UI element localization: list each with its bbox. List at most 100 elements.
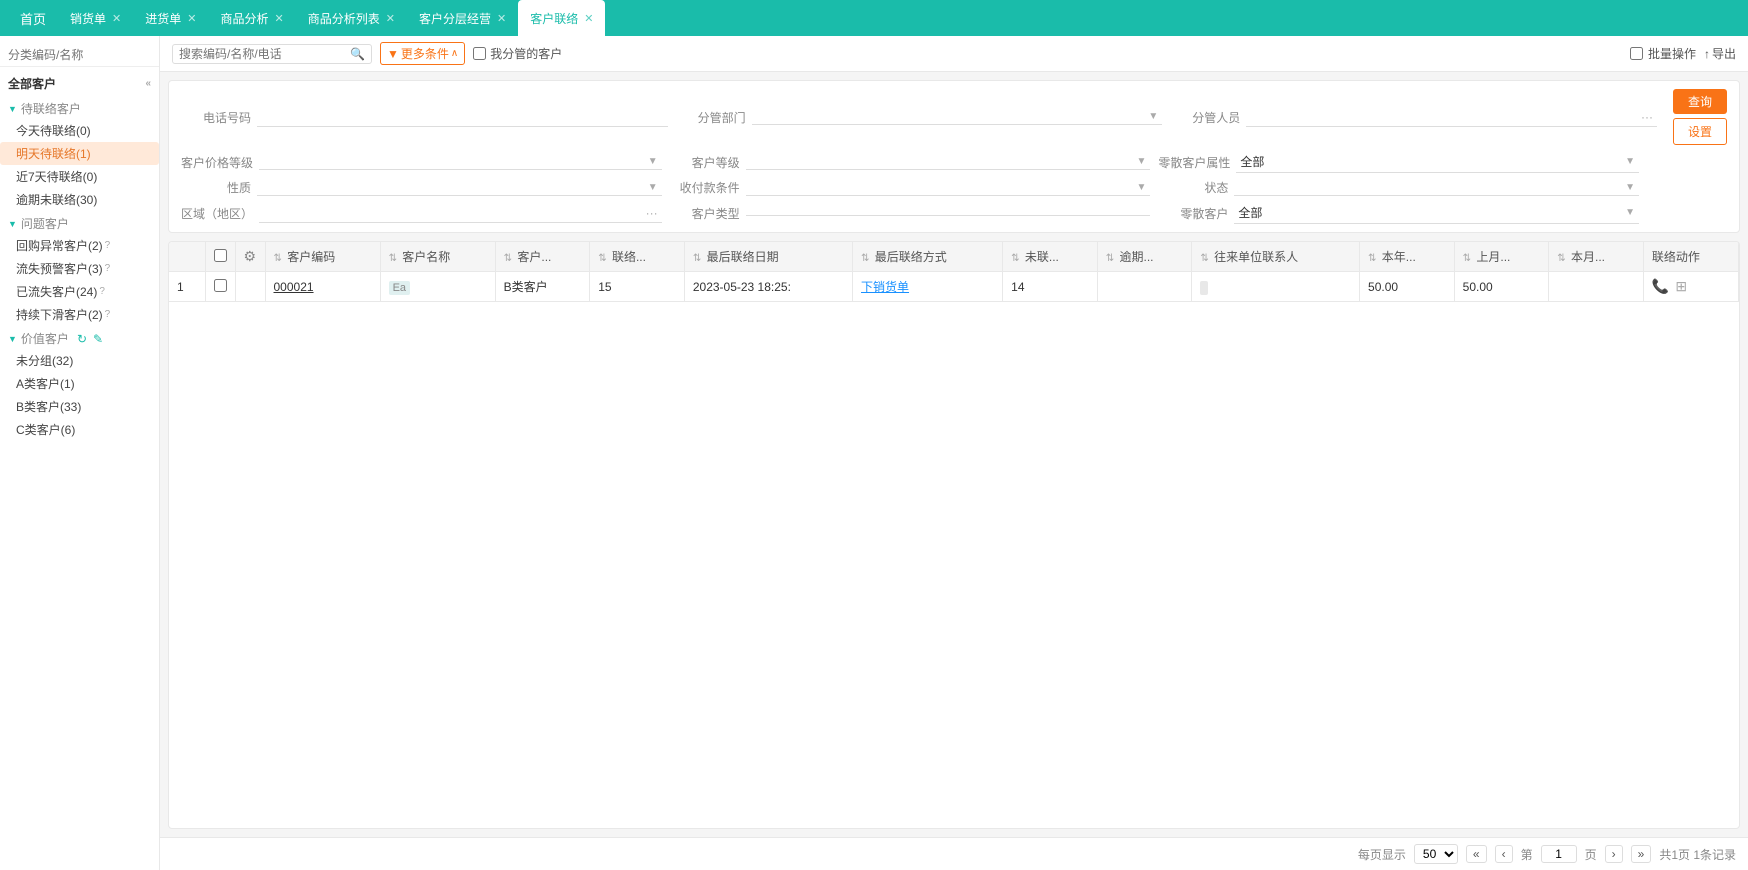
customer-value-select[interactable]: ▼ — [259, 154, 662, 170]
export-btn[interactable]: ↑ 导出 — [1704, 45, 1736, 62]
chevron-down-icon: ▼ — [1625, 182, 1635, 193]
page-number-input[interactable] — [1541, 845, 1577, 863]
data-table-area: ⚙ ⇅ 客户编码 ⇅ 客户名称 ⇅ 客户... — [168, 241, 1740, 829]
customer-type-select[interactable] — [746, 211, 1151, 216]
sidebar-item-class-c[interactable]: C类客户(6) — [0, 418, 159, 441]
nature-label: 性质 — [181, 179, 251, 196]
retail-attr-select[interactable]: 全部 ▼ — [1236, 151, 1639, 173]
refresh-icon[interactable]: ↻ — [77, 332, 87, 346]
next-page-btn[interactable]: › — [1605, 845, 1623, 863]
first-page-btn[interactable]: « — [1466, 845, 1487, 863]
sidebar-all-customers[interactable]: 全部客户 « — [0, 71, 159, 96]
phone-action-icon[interactable]: 📞 — [1652, 278, 1669, 295]
query-button[interactable]: 查询 — [1673, 89, 1727, 114]
customer-table: ⚙ ⇅ 客户编码 ⇅ 客户名称 ⇅ 客户... — [169, 242, 1739, 302]
sidebar-item-ungrouped[interactable]: 未分组(32) — [0, 349, 159, 372]
manager-select[interactable]: ··· — [1246, 108, 1657, 127]
filter-customer-type: 客户类型 — [670, 205, 1151, 222]
nav-home[interactable]: 首页 — [8, 0, 58, 36]
total-records-label: 共1页 1条记录 — [1659, 846, 1736, 863]
cell-code[interactable]: 000021 — [265, 272, 380, 302]
content-area: 🔍 ▼ 更多条件 ∧ 我分管的客户 批量操作 ↑ 导出 — [160, 36, 1748, 870]
status-label: 状态 — [1158, 179, 1228, 196]
close-icon[interactable]: ✕ — [584, 12, 593, 25]
filter-manager: 分管人员 ··· — [1170, 108, 1657, 127]
main-search-icon[interactable]: 🔍 — [350, 47, 365, 61]
sort-icon: ⇅ — [1011, 253, 1019, 264]
contact-method-link[interactable]: 下销货单 — [861, 280, 909, 294]
close-icon[interactable]: ✕ — [112, 12, 121, 25]
region-select[interactable]: ··· — [259, 204, 662, 223]
triangle-icon: ▼ — [8, 219, 17, 229]
dept-label: 分管部门 — [676, 109, 746, 126]
last-page-btn[interactable]: » — [1631, 845, 1652, 863]
column-settings-icon[interactable]: ⚙ — [244, 248, 257, 264]
sidebar-item-declining[interactable]: 持续下滑客户(2) ? — [0, 303, 159, 326]
filter-region: 区域（地区） ··· — [181, 204, 662, 223]
cell-uncontacted: 14 — [1003, 272, 1098, 302]
retail-customer-label: 零散客户 — [1158, 205, 1228, 222]
edit-icon[interactable]: ✎ — [93, 332, 103, 346]
my-customers-checkbox[interactable]: 我分管的客户 — [473, 45, 562, 62]
th-this-month: ⇅ 本月... — [1549, 242, 1644, 272]
phone-input[interactable] — [257, 108, 668, 127]
payment-select[interactable]: ▼ — [746, 180, 1151, 196]
grid-action-icon[interactable]: ⊞ — [1675, 278, 1687, 295]
sidebar-item-today-contact[interactable]: 今天待联络(0) — [0, 119, 159, 142]
nature-select[interactable]: ▼ — [257, 180, 662, 196]
sidebar-item-churn-warning[interactable]: 流失预警客户(3) ? — [0, 257, 159, 280]
retail-customer-select[interactable]: 全部 ▼ — [1234, 202, 1639, 224]
batch-op-check[interactable] — [1630, 47, 1643, 60]
row-checkbox[interactable] — [214, 279, 227, 292]
status-select[interactable]: ▼ — [1234, 180, 1639, 196]
batch-operation-btn[interactable]: 批量操作 — [1630, 45, 1696, 62]
filter-retail-attr: 零散客户属性 全部 ▼ — [1158, 151, 1639, 173]
select-all-checkbox[interactable] — [214, 249, 227, 262]
sidebar-search-area: 🔍 — [0, 44, 159, 67]
nav-customer-stratification[interactable]: 客户分层经营 ✕ — [407, 0, 518, 36]
sidebar-item-repurchase-anomaly[interactable]: 回购异常客户(2) ? — [0, 234, 159, 257]
dots-icon: ··· — [646, 206, 658, 220]
sidebar-item-class-b[interactable]: B类客户(33) — [0, 395, 159, 418]
cell-gear — [235, 272, 265, 302]
nav-purchase-order[interactable]: 进货单 ✕ — [133, 0, 208, 36]
pagination-bar: 每页显示 50 « ‹ 第 页 › » 共1页 1条记录 — [160, 837, 1748, 870]
cell-last-contact-date: 2023-05-23 18:25: — [684, 272, 852, 302]
nav-sales-order[interactable]: 销货单 ✕ — [58, 0, 133, 36]
th-uncontacted: ⇅ 未联... — [1003, 242, 1098, 272]
my-customers-check[interactable] — [473, 47, 486, 60]
sidebar-search-input[interactable] — [8, 48, 160, 62]
more-conditions-btn[interactable]: ▼ 更多条件 ∧ — [380, 42, 465, 65]
prev-page-btn[interactable]: ‹ — [1495, 845, 1513, 863]
retail-attr-label: 零散客户属性 — [1158, 154, 1230, 171]
per-page-label: 每页显示 — [1358, 846, 1406, 863]
sidebar-item-churned[interactable]: 已流失客户(24) ? — [0, 280, 159, 303]
sidebar-item-class-a[interactable]: A类客户(1) — [0, 372, 159, 395]
per-page-select[interactable]: 50 — [1414, 844, 1458, 864]
close-icon[interactable]: ✕ — [497, 12, 506, 25]
manager-label: 分管人员 — [1170, 109, 1240, 126]
filter-row-3: 性质 ▼ 收付款条件 ▼ 状态 — [181, 179, 1727, 196]
setting-button[interactable]: 设置 — [1673, 118, 1727, 145]
cell-name: Ea — [380, 272, 495, 302]
sidebar-item-7day-contact[interactable]: 近7天待联络(0) — [0, 165, 159, 188]
close-icon[interactable]: ✕ — [187, 12, 196, 25]
th-index — [169, 242, 205, 272]
table-header-row: ⚙ ⇅ 客户编码 ⇅ 客户名称 ⇅ 客户... — [169, 242, 1739, 272]
customer-level-select[interactable]: ▼ — [746, 154, 1151, 170]
nav-customer-contact[interactable]: 客户联络 ✕ — [518, 0, 605, 36]
sidebar-item-overdue-contact[interactable]: 逾期未联络(30) — [0, 188, 159, 211]
close-icon[interactable]: ✕ — [386, 12, 395, 25]
toolbar: 🔍 ▼ 更多条件 ∧ 我分管的客户 批量操作 ↑ 导出 — [160, 36, 1748, 72]
dept-select[interactable]: ▼ — [752, 109, 1163, 125]
nav-product-analysis-list[interactable]: 商品分析列表 ✕ — [296, 0, 407, 36]
chevron-down-icon: ▼ — [1136, 156, 1146, 167]
filter-icon: ▼ — [387, 47, 399, 61]
main-search-input[interactable] — [179, 47, 350, 61]
search-box: 🔍 — [172, 44, 372, 64]
sidebar-item-tomorrow-contact[interactable]: 明天待联络(1) — [0, 142, 159, 165]
close-icon[interactable]: ✕ — [275, 12, 284, 25]
chevron-down-icon: ▼ — [1625, 156, 1635, 167]
filter-row-4: 区域（地区） ··· 客户类型 零散客户 全部 — [181, 202, 1727, 224]
nav-product-analysis[interactable]: 商品分析 ✕ — [208, 0, 295, 36]
